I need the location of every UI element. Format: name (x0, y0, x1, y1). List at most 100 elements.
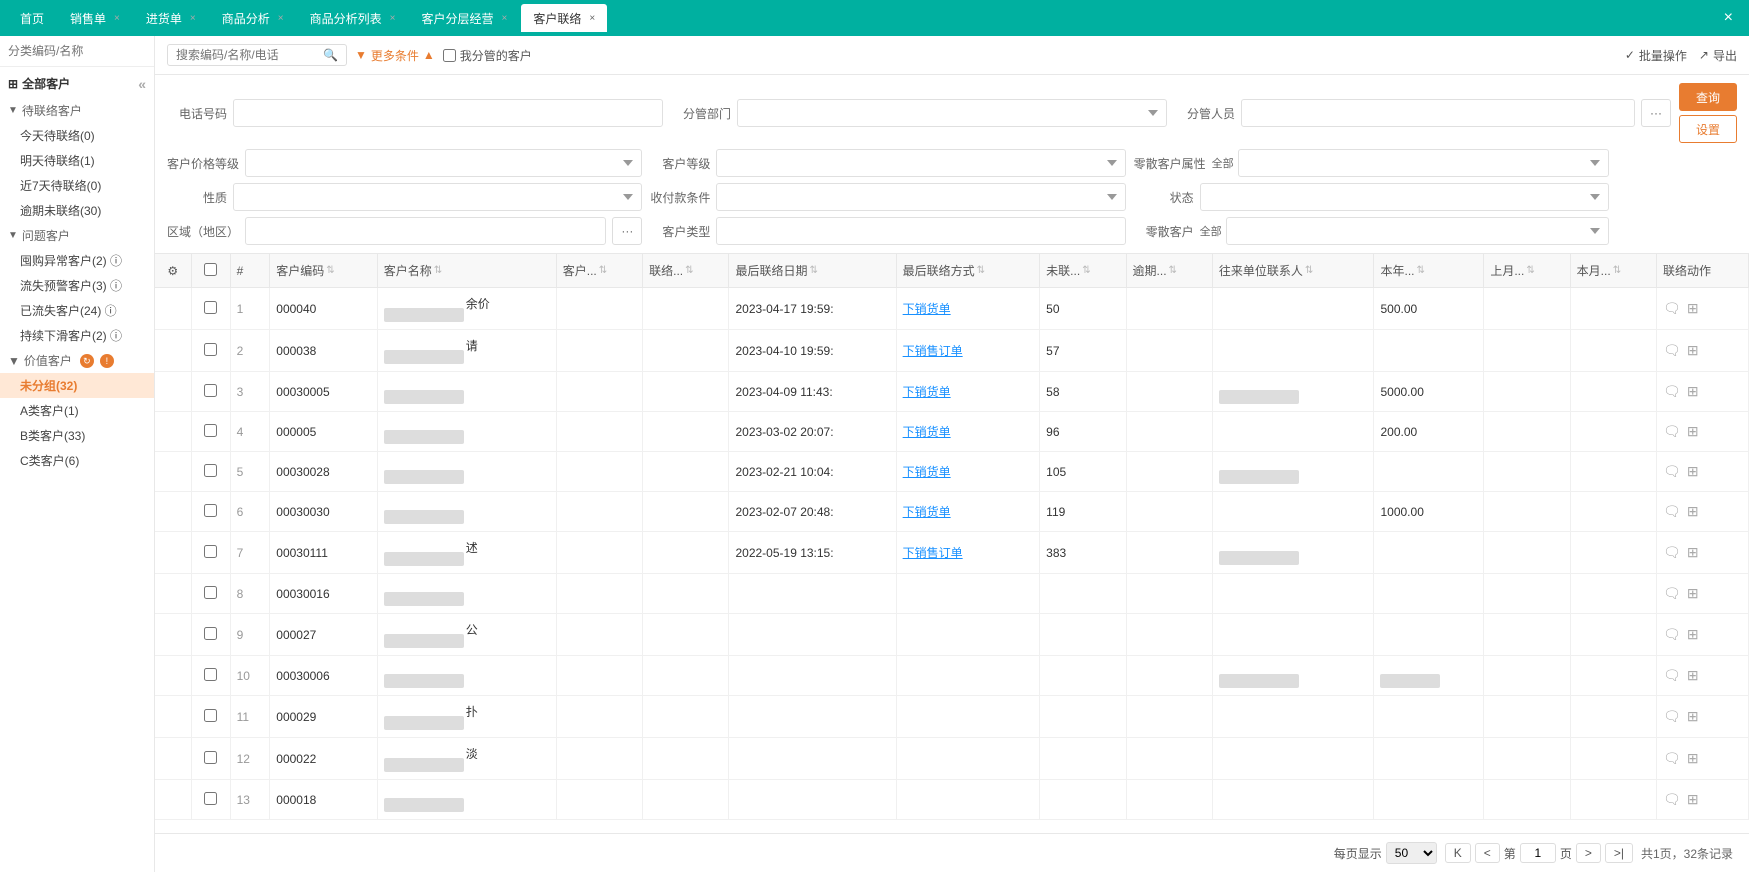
row-last-contact-method[interactable] (896, 780, 1040, 820)
more-action-icon[interactable]: ⊞ (1687, 626, 1699, 643)
row-last-contact-method[interactable]: 下销货单 (896, 452, 1040, 492)
tab-sales-order[interactable]: 销售单 × (58, 4, 132, 32)
last-contact-date-column-header[interactable]: 最后联络日期⇅ (729, 254, 896, 288)
tab-product-analysis[interactable]: 商品分析 × (210, 4, 296, 32)
first-page-button[interactable]: K (1445, 843, 1471, 863)
row-last-contact-method[interactable]: 下销售订单 (896, 330, 1040, 372)
my-customers-checkbox-input[interactable] (443, 49, 456, 62)
close-icon[interactable]: × (114, 13, 120, 24)
person-more-button[interactable]: ··· (1641, 99, 1671, 127)
sidebar-all-customers[interactable]: ⊞ 全部客户 « (0, 67, 154, 98)
section-pending-contact[interactable]: ▼ 待联络客户 (0, 98, 154, 123)
contact-method-link[interactable]: 下销货单 (903, 465, 951, 479)
filter-zero-attr-select[interactable] (1238, 149, 1609, 177)
search-icon[interactable]: 🔍 (323, 48, 338, 62)
close-icon[interactable]: × (278, 13, 284, 24)
filter-phone-input[interactable] (233, 99, 663, 127)
sidebar-item-7days-pending[interactable]: 近7天待联络(0) (0, 173, 154, 198)
more-action-icon[interactable]: ⊞ (1687, 423, 1699, 440)
this-month-column-header[interactable]: 本月...⇅ (1570, 254, 1656, 288)
row-checkbox[interactable] (191, 452, 230, 492)
filter-price-level-select[interactable] (245, 149, 642, 177)
batch-operation-button[interactable]: ✓ 批量操作 (1625, 47, 1687, 64)
filter-area-input[interactable] (245, 217, 606, 245)
row-checkbox[interactable] (191, 738, 230, 780)
tab-customer-tier[interactable]: 客户分层经营 × (409, 4, 519, 32)
row-checkbox[interactable] (191, 574, 230, 614)
row-last-contact-method[interactable]: 下销货单 (896, 288, 1040, 330)
section-value-customers[interactable]: ▼ 价值客户 ↻ ! (0, 348, 154, 373)
sidebar-item-class-c[interactable]: C类客户(6) (0, 448, 154, 473)
contact-phone-icon[interactable]: 🗨 (1663, 667, 1681, 684)
row-checkbox[interactable] (191, 532, 230, 574)
reset-button[interactable]: 设置 (1679, 115, 1737, 143)
sidebar-search-input[interactable] (8, 44, 155, 58)
name-column-header[interactable]: 客户名称⇅ (377, 254, 556, 288)
row-last-contact-method[interactable] (896, 574, 1040, 614)
last-page-button[interactable]: >| (1605, 843, 1633, 863)
more-conditions-button[interactable]: ▼ 更多条件 ▲ (355, 47, 435, 64)
contact-phone-icon[interactable]: 🗨 (1663, 708, 1681, 725)
close-icon[interactable]: × (390, 13, 396, 24)
sidebar-collapse-button[interactable]: « (138, 76, 146, 92)
tab-home[interactable]: 首页 (8, 4, 56, 32)
area-more-button[interactable]: ··· (612, 217, 642, 245)
section-problem-customers[interactable]: ▼ 问题客户 (0, 223, 154, 248)
row-last-contact-method[interactable]: 下销售订单 (896, 532, 1040, 574)
search-input[interactable] (176, 48, 319, 62)
more-action-icon[interactable]: ⊞ (1687, 750, 1699, 767)
more-action-icon[interactable]: ⊞ (1687, 463, 1699, 480)
contact-phone-icon[interactable]: 🗨 (1663, 383, 1681, 400)
sidebar-item-churn-warning[interactable]: 流失预警客户(3) ⓘ (0, 273, 154, 298)
query-button[interactable]: 查询 (1679, 83, 1737, 111)
page-input[interactable] (1520, 843, 1556, 863)
next-page-button[interactable]: > (1576, 843, 1601, 863)
select-all-checkbox[interactable] (204, 263, 217, 276)
row-last-contact-method[interactable]: 下销货单 (896, 412, 1040, 452)
contact-method-link[interactable]: 下销售订单 (903, 344, 963, 358)
my-customers-checkbox[interactable]: 我分管的客户 (443, 47, 532, 64)
contacts-column-header[interactable]: 往来单位联系人⇅ (1212, 254, 1374, 288)
filter-nature-select[interactable] (233, 183, 642, 211)
row-checkbox[interactable] (191, 696, 230, 738)
uncontacted-column-header[interactable]: 未联...⇅ (1040, 254, 1126, 288)
contact-phone-icon[interactable]: 🗨 (1663, 503, 1681, 520)
sidebar-item-overdue-uncontacted[interactable]: 逾期未联络(30) (0, 198, 154, 223)
sidebar-item-ungrouped[interactable]: 未分组(32) (0, 373, 154, 398)
row-checkbox[interactable] (191, 372, 230, 412)
row-checkbox[interactable] (191, 656, 230, 696)
more-action-icon[interactable]: ⊞ (1687, 503, 1699, 520)
row-last-contact-method[interactable] (896, 656, 1040, 696)
sidebar-item-declining[interactable]: 持续下滑客户(2) ⓘ (0, 323, 154, 348)
tab-purchase-order[interactable]: 进货单 × (134, 4, 208, 32)
contact-phone-icon[interactable]: 🗨 (1663, 342, 1681, 359)
contact-phone-icon[interactable]: 🗨 (1663, 423, 1681, 440)
row-checkbox[interactable] (191, 780, 230, 820)
row-checkbox[interactable] (191, 330, 230, 372)
sidebar-item-tomorrow-pending[interactable]: 明天待联络(1) (0, 148, 154, 173)
tab-product-analysis-list[interactable]: 商品分析列表 × (298, 4, 408, 32)
settings-column-header[interactable]: ⚙ (155, 254, 191, 288)
prev-page-button[interactable]: < (1475, 843, 1500, 863)
filter-payment-select[interactable] (716, 183, 1125, 211)
sidebar-item-churned[interactable]: 已流失客户(24) ⓘ (0, 298, 154, 323)
last-contact-method-column-header[interactable]: 最后联络方式⇅ (896, 254, 1040, 288)
type-column-header[interactable]: 客户...⇅ (556, 254, 642, 288)
code-column-header[interactable]: 客户编码⇅ (270, 254, 377, 288)
contact-method-link[interactable]: 下销货单 (903, 425, 951, 439)
row-checkbox[interactable] (191, 412, 230, 452)
more-action-icon[interactable]: ⊞ (1687, 383, 1699, 400)
overdue-column-header[interactable]: 逾期...⇅ (1126, 254, 1212, 288)
filter-dept-select[interactable] (737, 99, 1167, 127)
sidebar-item-today-pending[interactable]: 今天待联络(0) (0, 123, 154, 148)
row-checkbox[interactable] (191, 288, 230, 330)
filter-customer-level-select[interactable] (716, 149, 1125, 177)
filter-person-input[interactable] (1241, 99, 1635, 127)
contact-column-header[interactable]: 联络...⇅ (643, 254, 729, 288)
row-checkbox[interactable] (191, 492, 230, 532)
export-button[interactable]: ↗ 导出 (1699, 47, 1737, 64)
close-icon[interactable]: × (190, 13, 196, 24)
more-action-icon[interactable]: ⊞ (1687, 708, 1699, 725)
contact-phone-icon[interactable]: 🗨 (1663, 791, 1681, 808)
row-last-contact-method[interactable]: 下销货单 (896, 492, 1040, 532)
